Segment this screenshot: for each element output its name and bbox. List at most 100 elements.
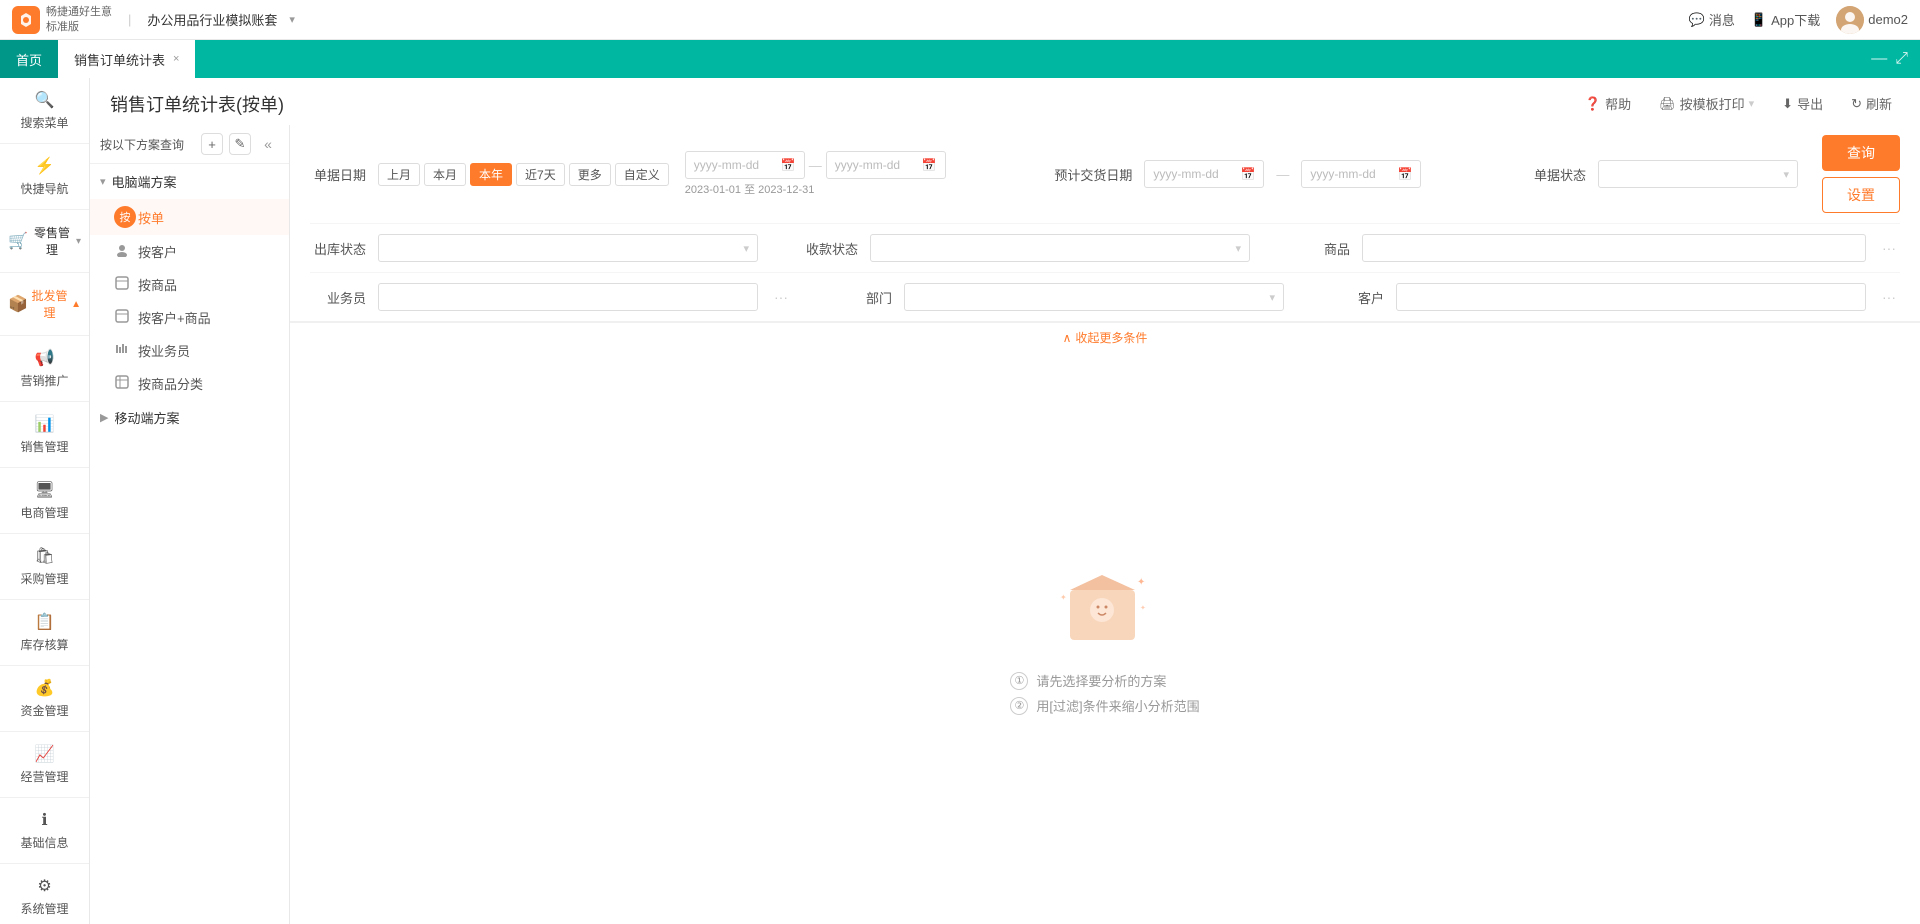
sidebar-item-business[interactable]: 📈 经营管理 (0, 732, 89, 798)
date-btn-last7days[interactable]: 近7天 (516, 163, 565, 186)
sidebar-item-quicknav[interactable]: ⚡ 快捷导航 (0, 144, 89, 210)
date-btn-this-year[interactable]: 本年 (470, 163, 512, 186)
sidebar-item-basic[interactable]: ℹ 基础信息 (0, 798, 89, 864)
date-end-input[interactable]: yyyy-mm-dd 📅 (826, 151, 946, 179)
header-dropdown-arrow[interactable]: ▾ (289, 13, 295, 26)
scheme-item-by-salesperson[interactable]: 按业务员 (90, 334, 289, 367)
date-start-input[interactable]: yyyy-mm-dd 📅 (685, 151, 805, 179)
system-icon: ⚙ (37, 876, 51, 896)
empty-hint-2: ② 用[过滤]条件来缩小分析范围 (1010, 696, 1199, 715)
department-select[interactable]: ▾ (904, 283, 1284, 311)
scheme-group-mobile-header[interactable]: ▶ 移动端方案 (90, 400, 289, 435)
salesperson-input[interactable] (378, 283, 758, 311)
logo-area: 畅捷通好生意 标准版 (12, 5, 112, 34)
expected-date-end-input[interactable]: yyyy-mm-dd 📅 (1301, 160, 1421, 188)
tab-minimize-btn[interactable]: — (1871, 50, 1887, 68)
scheme-item-by-order[interactable]: 按 按单 (90, 199, 289, 235)
sidebar-item-inventory[interactable]: 📋 库存核算 (0, 600, 89, 666)
sidebar-label-sales: 销售管理 (20, 438, 68, 455)
tab-close-icon[interactable]: × (173, 53, 179, 65)
expected-date-separator: — (1276, 167, 1289, 182)
payment-status-arrow-icon: ▾ (1235, 242, 1241, 255)
scheme-collapse-btn[interactable]: « (257, 133, 279, 155)
refresh-btn[interactable]: ↻ 刷新 (1843, 90, 1900, 117)
app-download-btn[interactable]: 📱 App下载 (1751, 10, 1820, 29)
user-menu[interactable]: demo2 (1836, 6, 1908, 34)
date-btn-custom[interactable]: 自定义 (615, 163, 669, 186)
query-btn[interactable]: 查询 (1822, 135, 1900, 171)
logo-text: 畅捷通好生意 标准版 (46, 5, 112, 34)
sidebar-item-system[interactable]: ⚙ 系统管理 (0, 864, 89, 924)
scheme-item-by-product[interactable]: 按商品 (90, 268, 289, 301)
expected-date-start-input[interactable]: yyyy-mm-dd 📅 (1144, 160, 1264, 188)
basic-icon: ℹ (41, 810, 47, 830)
date-btn-more[interactable]: 更多 (569, 163, 611, 186)
sidebar-item-wholesale[interactable]: 📦 批发管理 ▲ (0, 273, 89, 336)
expected-start-calendar-icon: 📅 (1240, 167, 1255, 181)
payment-status-select[interactable]: ▾ (870, 234, 1250, 262)
expected-end-calendar-icon: 📅 (1397, 167, 1412, 181)
empty-hint-1: ① 请先选择要分析的方案 (1010, 671, 1199, 690)
date-end-calendar-icon: 📅 (922, 158, 937, 172)
export-btn[interactable]: ⬇ 导出 (1774, 90, 1831, 117)
date-label: 单据日期 (310, 165, 366, 184)
sidebar-item-finance[interactable]: 💰 资金管理 (0, 666, 89, 732)
sidebar-label-basic: 基础信息 (20, 834, 68, 851)
finance-icon: 💰 (35, 678, 55, 698)
bill-status-arrow-icon: ▾ (1783, 168, 1789, 181)
refresh-icon: ↻ (1851, 96, 1862, 112)
message-btn[interactable]: 💬 消息 (1689, 10, 1735, 29)
sidebar-label-wholesale: 批发管理 (30, 287, 69, 321)
sidebar-item-marketing[interactable]: 📢 营销推广 (0, 336, 89, 402)
svg-text:✦: ✦ (1060, 593, 1067, 602)
product-input[interactable] (1362, 234, 1866, 262)
hint-number-1: ① (1010, 672, 1028, 690)
settings-btn[interactable]: 设置 (1822, 177, 1900, 213)
salesperson-more-btn[interactable]: ··· (770, 289, 792, 305)
help-btn[interactable]: ❓ 帮助 (1577, 90, 1639, 117)
scheme-item-order-icon: 按 (114, 206, 130, 228)
collapse-conditions-btn[interactable]: ∧ 收起更多条件 (290, 322, 1920, 352)
sidebar-item-search[interactable]: 🔍 搜索菜单 (0, 78, 89, 144)
customer-more-btn[interactable]: ··· (1878, 289, 1900, 305)
scheme-item-by-customer-product[interactable]: 按客户+商品 (90, 301, 289, 334)
filter-row-2: 出库状态 ▾ 收款状态 ▾ (310, 224, 1900, 273)
sidebar-item-retail[interactable]: 🛒 零售管理 ▾ (0, 210, 89, 273)
scheme-item-product-icon (114, 276, 130, 293)
scheme-group-mobile-arrow: ▶ (100, 411, 108, 424)
tab-home[interactable]: 首页 (0, 40, 58, 78)
scheme-group-pc-arrow: ▾ (100, 175, 106, 188)
sidebar-item-purchase[interactable]: 🛍 采购管理 (0, 534, 89, 600)
header-right: 💬 消息 📱 App下载 demo2 (1689, 6, 1908, 34)
message-icon: 💬 (1689, 12, 1705, 28)
bill-status-select[interactable]: ▾ (1598, 160, 1798, 188)
date-btn-this-month[interactable]: 本月 (424, 163, 466, 186)
purchase-icon: 🛍 (34, 546, 54, 566)
sidebar-item-sales[interactable]: 📊 销售管理 (0, 402, 89, 468)
payment-status-label: 收款状态 (802, 239, 858, 258)
sidebar-item-ecommerce[interactable]: 🖥 电商管理 (0, 468, 89, 534)
date-start-placeholder: yyyy-mm-dd (694, 158, 781, 172)
scheme-item-by-customer[interactable]: 按客户 (90, 235, 289, 268)
scheme-group-pc-header[interactable]: ▾ 电脑端方案 (90, 164, 289, 199)
filter-result-panel: 单据日期 上月 本月 本年 近7天 更多 自定义 (290, 125, 1920, 924)
scheme-add-btn[interactable]: + (201, 133, 223, 155)
print-btn[interactable]: 🖨 按模板打印 ▾ (1651, 90, 1762, 117)
scheme-item-by-category[interactable]: 按商品分类 (90, 367, 289, 400)
date-btn-last-month[interactable]: 上月 (378, 163, 420, 186)
sidebar-label-business: 经营管理 (20, 768, 68, 785)
delivery-status-select[interactable]: ▾ (378, 234, 758, 262)
tab-active[interactable]: 销售订单统计表 × (58, 40, 195, 78)
filter-actions: 查询 设置 (1822, 135, 1900, 213)
department-label: 部门 (836, 288, 892, 307)
tab-maximize-btn[interactable]: ⤢ (1895, 50, 1908, 68)
page-actions: ❓ 帮助 🖨 按模板打印 ▾ ⬇ 导出 ↻ 刷新 (1577, 90, 1900, 117)
scheme-edit-btn[interactable]: ✎ (229, 133, 251, 155)
department-arrow-icon: ▾ (1269, 291, 1275, 304)
product-more-btn[interactable]: ··· (1878, 240, 1900, 256)
hint-number-2: ② (1010, 697, 1028, 715)
bill-status-label: 单据状态 (1530, 165, 1586, 184)
header-left: 畅捷通好生意 标准版 | 办公用品行业模拟账套 ▾ (12, 5, 295, 34)
customer-input[interactable] (1396, 283, 1866, 311)
scheme-item-salesperson-icon (114, 342, 130, 359)
